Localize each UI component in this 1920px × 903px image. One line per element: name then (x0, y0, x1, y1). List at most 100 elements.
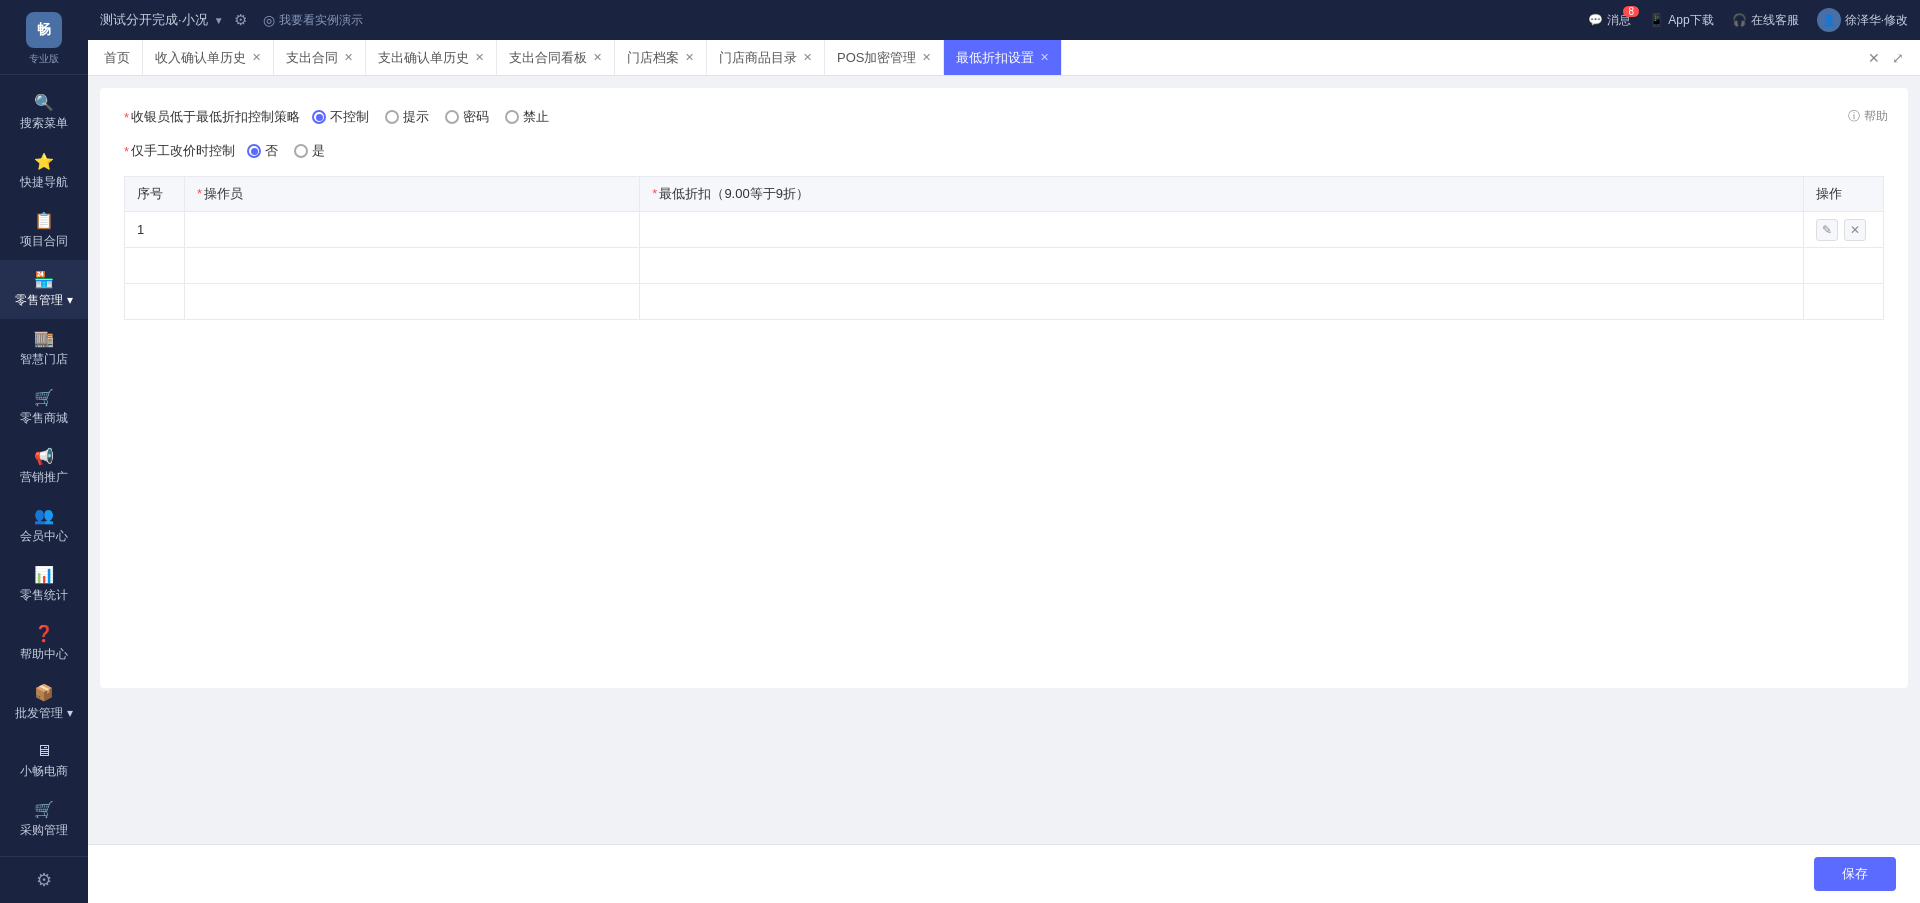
sidebar-logo: 畅 专业版 (0, 0, 88, 75)
tab-label-3: 支出确认单历史 (378, 49, 469, 67)
control-policy-radio-group: 不控制 提示 密码 禁止 (312, 108, 549, 126)
settings-icon[interactable]: ⚙ (36, 869, 52, 891)
tab-1[interactable]: 收入确认单历史 ✕ (143, 40, 274, 76)
project-dropdown-icon: ▼ (214, 15, 224, 26)
control-policy-option-1[interactable]: 提示 (385, 108, 429, 126)
sidebar-label-4: 智慧门店 (20, 351, 68, 368)
sidebar-item-13[interactable]: 📈 库存核算 (0, 849, 88, 856)
user-btn[interactable]: 👤 徐泽华·修改 (1817, 8, 1908, 32)
empty-seq-1 (125, 248, 185, 284)
tab-3[interactable]: 支出确认单历史 ✕ (366, 40, 497, 76)
sidebar-icon-11: 🖥 (36, 742, 52, 760)
manual-price-option-0[interactable]: 否 (247, 142, 278, 160)
tab-8[interactable]: 最低折扣设置 ✕ (944, 40, 1062, 76)
control-policy-option-0[interactable]: 不控制 (312, 108, 369, 126)
tab-label-0: 首页 (104, 49, 130, 67)
th-1: *操作员 (185, 177, 640, 212)
avatar-icon: 👤 (1822, 14, 1836, 27)
delete-btn-0[interactable]: ✕ (1844, 219, 1866, 241)
sidebar-item-11[interactable]: 🖥 小畅电商 (0, 732, 88, 790)
demo-circle-icon: ◎ (263, 12, 275, 28)
manual-radio-dot-0 (247, 144, 261, 158)
cell-action-0: ✎ ✕ (1804, 212, 1884, 248)
topbar-right: 💬 消息 8 📱 App下载 🎧 在线客服 👤 徐泽华·修改 (1588, 8, 1908, 32)
tab-5[interactable]: 门店档案 ✕ (615, 40, 707, 76)
manual-price-row: * 仅手工改价时控制 否 是 (124, 142, 1884, 160)
required-star2: * (124, 144, 129, 159)
sidebar-item-2[interactable]: 📋 项目合同 (0, 201, 88, 260)
sidebar-item-9[interactable]: ❓ 帮助中心 (0, 614, 88, 673)
help-button[interactable]: ⓘ 帮助 (1848, 108, 1888, 125)
control-policy-option-2[interactable]: 密码 (445, 108, 489, 126)
sidebar-item-3[interactable]: 🏪 零售管理 ▾ (0, 260, 88, 319)
main-area: 测试分开完成·小况 ▼ ⚙ ◎ 我要看实例演示 💬 消息 8 📱 App下载 🎧… (88, 0, 1920, 903)
sidebar-label-5: 零售商城 (20, 410, 68, 427)
tab-close-8[interactable]: ✕ (1040, 52, 1049, 63)
app-download-btn[interactable]: 📱 App下载 (1649, 12, 1713, 29)
sidebar-label-1: 快捷导航 (20, 174, 68, 191)
save-button[interactable]: 保存 (1814, 857, 1896, 891)
topbar-demo[interactable]: ◎ 我要看实例演示 (263, 12, 363, 29)
headset-icon: 🎧 (1732, 13, 1747, 27)
tab-close-7[interactable]: ✕ (922, 52, 931, 63)
sidebar-item-1[interactable]: ⭐ 快捷导航 (0, 142, 88, 201)
logo-icon: 畅 (26, 12, 62, 48)
sidebar-item-4[interactable]: 🏬 智慧门店 (0, 319, 88, 378)
sidebar-item-7[interactable]: 👥 会员中心 (0, 496, 88, 555)
tab-close-4[interactable]: ✕ (593, 52, 602, 63)
online-service-label: 在线客服 (1751, 12, 1799, 29)
sidebar-icon-2: 📋 (34, 211, 54, 230)
expand-tabs-icon[interactable]: ⤢ (1888, 48, 1908, 68)
tab-close-3[interactable]: ✕ (475, 52, 484, 63)
tab-label-5: 门店档案 (627, 49, 679, 67)
cell-discount-0[interactable] (640, 212, 1804, 248)
control-policy-option-3[interactable]: 禁止 (505, 108, 549, 126)
tab-6[interactable]: 门店商品目录 ✕ (707, 40, 825, 76)
tab-0[interactable]: 首页 (92, 40, 143, 76)
app-download-label: App下载 (1668, 12, 1713, 29)
sidebar-item-8[interactable]: 📊 零售统计 (0, 555, 88, 614)
sidebar-item-12[interactable]: 🛒 采购管理 (0, 790, 88, 849)
tab-close-5[interactable]: ✕ (685, 52, 694, 63)
sidebar-label-9: 帮助中心 (20, 646, 68, 663)
tab-7[interactable]: POS加密管理 ✕ (825, 40, 944, 76)
tab-label-1: 收入确认单历史 (155, 49, 246, 67)
message-btn[interactable]: 💬 消息 8 (1588, 12, 1631, 29)
cell-operator-0[interactable] (185, 212, 640, 248)
sidebar-item-5[interactable]: 🛒 零售商城 (0, 378, 88, 437)
tab-label-2: 支出合同 (286, 49, 338, 67)
edit-btn-0[interactable]: ✎ (1816, 219, 1838, 241)
radio-label-1: 提示 (403, 108, 429, 126)
action-btns-0: ✎ ✕ (1816, 219, 1871, 241)
sidebar-bottom[interactable]: ⚙ (0, 856, 88, 903)
tab-close-1[interactable]: ✕ (252, 52, 261, 63)
topbar-project[interactable]: 测试分开完成·小况 ▼ (100, 11, 224, 29)
tab-close-2[interactable]: ✕ (344, 52, 353, 63)
sidebar: 畅 专业版 🔍 搜索菜单 ⭐ 快捷导航 📋 项目合同 🏪 零售管理 ▾ 🏬 智慧… (0, 0, 88, 903)
sidebar-icon-6: 📢 (34, 447, 54, 466)
empty-row-2 (125, 284, 1884, 320)
table-row-0: 1 ✎ ✕ (125, 212, 1884, 248)
topbar: 测试分开完成·小况 ▼ ⚙ ◎ 我要看实例演示 💬 消息 8 📱 App下载 🎧… (88, 0, 1920, 40)
empty-act-1 (1804, 248, 1884, 284)
online-service-btn[interactable]: 🎧 在线客服 (1732, 12, 1799, 29)
sidebar-item-10[interactable]: 📦 批发管理 ▾ (0, 673, 88, 732)
sidebar-item-0[interactable]: 🔍 搜索菜单 (0, 83, 88, 142)
th-3: 操作 (1804, 177, 1884, 212)
th-2: *最低折扣（9.00等于9折） (640, 177, 1804, 212)
help-circle-icon: ⓘ (1848, 108, 1860, 125)
close-all-tabs-icon[interactable]: ✕ (1864, 48, 1884, 68)
manual-price-radio-group: 否 是 (247, 142, 325, 160)
sidebar-icon-9: ❓ (34, 624, 54, 643)
tab-4[interactable]: 支出合同看板 ✕ (497, 40, 615, 76)
tab-label-6: 门店商品目录 (719, 49, 797, 67)
sidebar-icon-5: 🛒 (34, 388, 54, 407)
manual-radio-label-0: 否 (265, 142, 278, 160)
tab-2[interactable]: 支出合同 ✕ (274, 40, 366, 76)
empty-row-1 (125, 248, 1884, 284)
sidebar-icon-8: 📊 (34, 565, 54, 584)
manual-price-option-1[interactable]: 是 (294, 142, 325, 160)
sidebar-item-6[interactable]: 📢 营销推广 (0, 437, 88, 496)
tab-close-6[interactable]: ✕ (803, 52, 812, 63)
topbar-settings-icon[interactable]: ⚙ (234, 11, 247, 29)
